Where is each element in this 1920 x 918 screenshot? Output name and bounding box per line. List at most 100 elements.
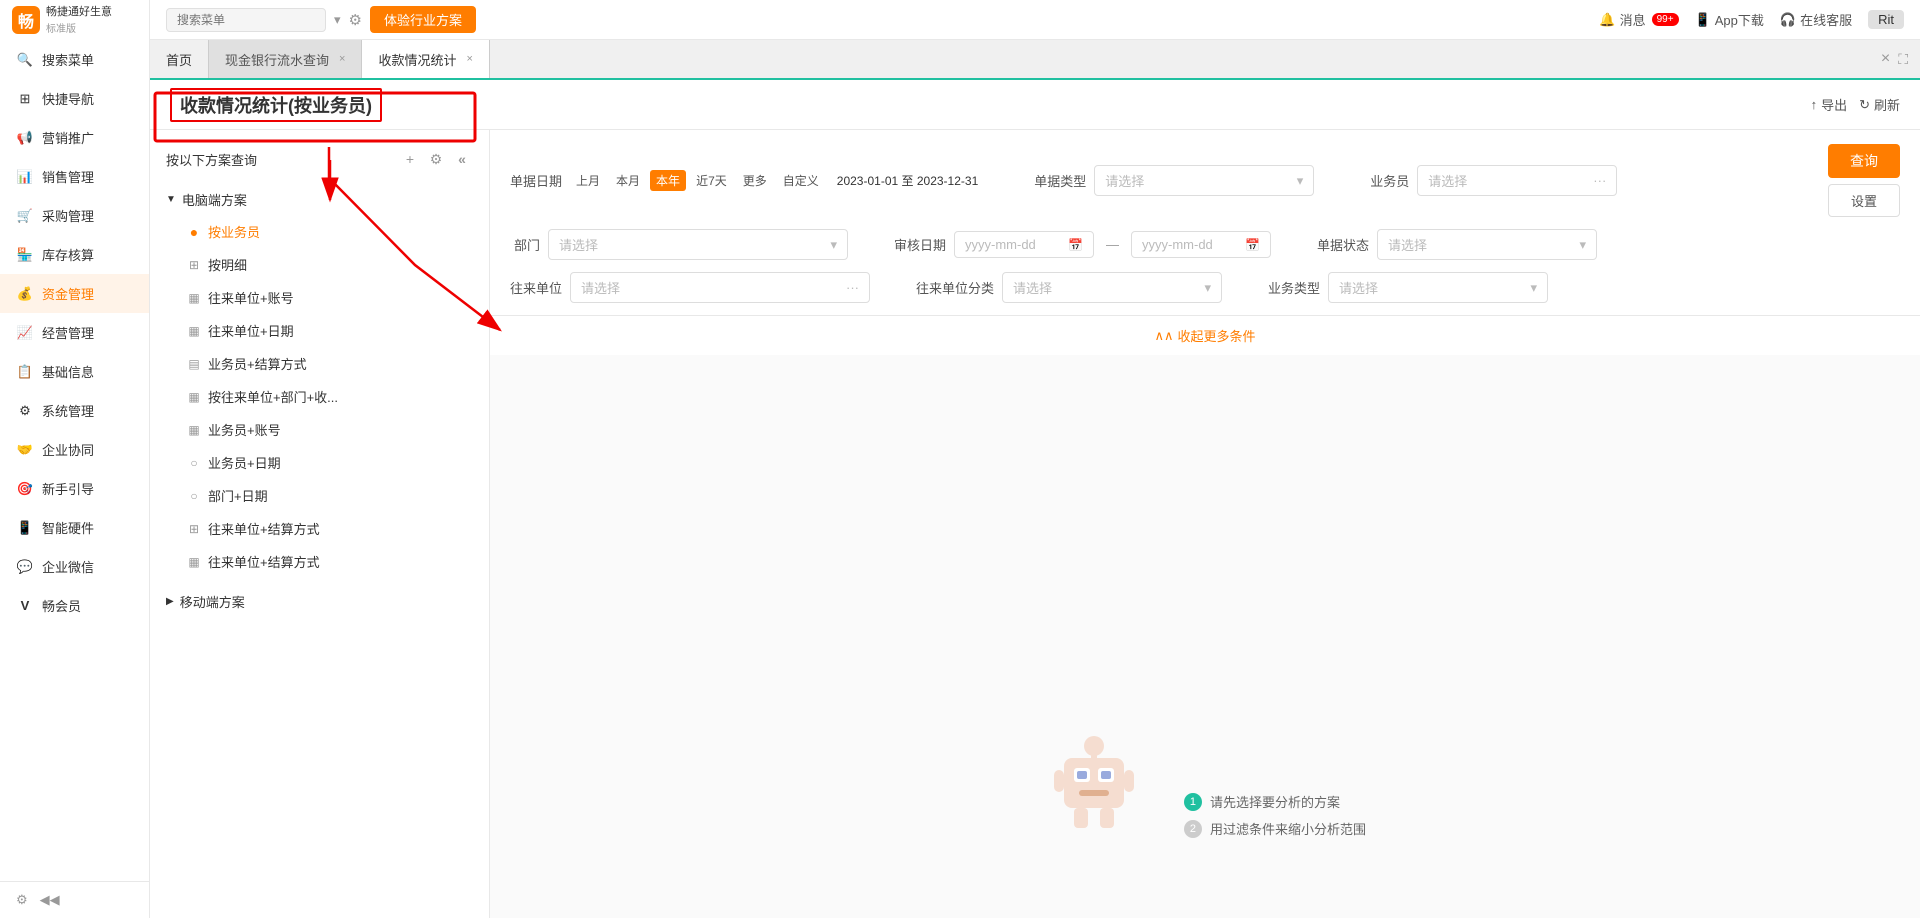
- sidebar-label-system: 系统管理: [42, 401, 94, 420]
- sidebar-item-operation[interactable]: 📈 经营管理: [0, 313, 149, 352]
- date-tab-this-month[interactable]: 本月: [610, 170, 646, 191]
- biztype-select[interactable]: 请选择 ▾: [1328, 272, 1548, 303]
- salesman-select[interactable]: 请选择 ···: [1417, 165, 1617, 196]
- tab-home[interactable]: 首页: [150, 40, 209, 78]
- unit-dept-icon: ▦: [186, 389, 202, 405]
- content-area: 按以下方案查询 + ⚙ « ▼ 电脑端方案 ● 按业务员 ⊞: [150, 130, 1920, 918]
- date-tab-custom[interactable]: 自定义: [777, 170, 825, 191]
- tree-item-unit-date[interactable]: ▦ 往来单位+日期: [150, 314, 489, 347]
- add-scheme-btn[interactable]: +: [399, 148, 421, 170]
- tree-mobile-arrow: ▶: [166, 596, 174, 607]
- counterpart-cat-select[interactable]: 请选择 ▾: [1002, 272, 1222, 303]
- sidebar-item-basic[interactable]: 📋 基础信息: [0, 352, 149, 391]
- sidebar-item-member[interactable]: V 畅会员: [0, 586, 149, 625]
- message-btn[interactable]: 🔔 消息 99+: [1599, 10, 1678, 29]
- unit-settle2-icon: ▦: [186, 554, 202, 570]
- audit-date-to[interactable]: yyyy-mm-dd 📅: [1131, 231, 1271, 258]
- tree-mobile-header[interactable]: ▶ 移动端方案: [150, 586, 489, 617]
- tab-collection-close[interactable]: ×: [466, 53, 472, 65]
- date-tabs: 上月 本月 本年 近7天 更多 自定义: [570, 170, 825, 191]
- sales-icon: 📊: [16, 168, 34, 186]
- sidebar-item-quicknav[interactable]: ⊞ 快捷导航: [0, 79, 149, 118]
- tree-item-unit-date-label: 往来单位+日期: [208, 321, 294, 340]
- tree-item-dept-date-label: 部门+日期: [208, 486, 268, 505]
- audit-date-from[interactable]: yyyy-mm-dd 📅: [954, 231, 1094, 258]
- guide-icon: 🎯: [16, 480, 34, 498]
- tab-bank[interactable]: 现金银行流水查询 ×: [209, 40, 362, 78]
- dropdown-icon[interactable]: ▾: [334, 12, 341, 28]
- tree-item-by-salesman[interactable]: ● 按业务员: [150, 215, 489, 248]
- tree-item-salesman-settle-label: 业务员+结算方式: [208, 354, 307, 373]
- online-service-label: 在线客服: [1800, 10, 1852, 29]
- tree-mobile-section: ▶ 移动端方案: [150, 582, 489, 621]
- tree-item-salesman-date[interactable]: ○ 业务员+日期: [150, 446, 489, 479]
- doctype-select[interactable]: 请选择 ▾: [1094, 165, 1314, 196]
- tree-item-unit-settle2[interactable]: ▦ 往来单位+结算方式: [150, 545, 489, 578]
- query-button[interactable]: 查询: [1828, 144, 1900, 178]
- collapse-panel-btn[interactable]: «: [451, 148, 473, 170]
- sidebar-label-enterprise: 企业协同: [42, 440, 94, 459]
- tree-item-dept-date[interactable]: ○ 部门+日期: [150, 479, 489, 512]
- sidebar-item-marketing[interactable]: 📢 营销推广: [0, 118, 149, 157]
- wechat-icon: 💬: [16, 558, 34, 576]
- sidebar-item-system[interactable]: ⚙ 系统管理: [0, 391, 149, 430]
- dept-arrow: ▾: [830, 237, 837, 253]
- date-tab-last-month[interactable]: 上月: [570, 170, 606, 191]
- settings-bottom-icon[interactable]: ⚙: [16, 892, 28, 908]
- tree-item-unit-settle1-label: 往来单位+结算方式: [208, 519, 320, 538]
- tab-expand-icon[interactable]: ⛶: [1898, 51, 1908, 68]
- refresh-button[interactable]: ↻ 刷新: [1859, 95, 1900, 114]
- dept-select[interactable]: 请选择 ▾: [548, 229, 848, 260]
- breadcrumb-input[interactable]: [166, 8, 326, 32]
- tree-item-by-detail[interactable]: ⊞ 按明细: [150, 248, 489, 281]
- tree-item-salesman-settle[interactable]: ▤ 业务员+结算方式: [150, 347, 489, 380]
- tree-item-unit-settle1[interactable]: ⊞ 往来单位+结算方式: [150, 512, 489, 545]
- tree-item-unit-dept-coll[interactable]: ▦ 按往来单位+部门+收...: [150, 380, 489, 413]
- collapse-sidebar-icon[interactable]: ◀◀: [40, 892, 60, 908]
- sidebar-item-wechat[interactable]: 💬 企业微信: [0, 547, 149, 586]
- date-tab-this-year[interactable]: 本年: [650, 170, 686, 191]
- counterpart-select[interactable]: 请选择 ···: [570, 272, 870, 303]
- headset-icon: 🎧: [1780, 12, 1796, 28]
- date-tab-7days[interactable]: 近7天: [690, 170, 733, 191]
- tree-item-salesman-account[interactable]: ▦ 业务员+账号: [150, 413, 489, 446]
- sidebar-item-purchase[interactable]: 🛒 采购管理: [0, 196, 149, 235]
- empty-area: 1 请先选择要分析的方案 2 用过滤条件来缩小分析范围: [490, 355, 1920, 918]
- sidebar-item-enterprise[interactable]: 🤝 企业协同: [0, 430, 149, 469]
- trial-button[interactable]: 体验行业方案: [370, 6, 476, 33]
- empty-tip-1: 1 请先选择要分析的方案: [1184, 792, 1366, 811]
- collapse-bar[interactable]: ∧∧ 收起更多条件: [490, 315, 1920, 355]
- sidebar-item-hardware[interactable]: 📱 智能硬件: [0, 508, 149, 547]
- tree-desktop-header[interactable]: ▼ 电脑端方案: [150, 184, 489, 215]
- sidebar-label-finance: 资金管理: [42, 284, 94, 303]
- tab-collection[interactable]: 收款情况统计 ×: [362, 40, 489, 78]
- tree-desktop-label: 电脑端方案: [182, 190, 247, 209]
- setting-button[interactable]: 设置: [1828, 184, 1900, 217]
- scheme-settings-btn[interactable]: ⚙: [425, 148, 447, 170]
- tree-item-unit-account[interactable]: ▦ 往来单位+账号: [150, 281, 489, 314]
- logo-icon: 畅: [12, 6, 40, 34]
- sidebar-item-sales[interactable]: 📊 销售管理: [0, 157, 149, 196]
- sidebar-item-finance[interactable]: 💰 资金管理: [0, 274, 149, 313]
- export-button[interactable]: ↑ 导出: [1811, 95, 1848, 114]
- sidebar-item-guide[interactable]: 🎯 新手引导: [0, 469, 149, 508]
- tab-bank-close[interactable]: ×: [339, 53, 345, 65]
- tab-close-all-icon[interactable]: ×: [1881, 50, 1890, 68]
- date-tab-more[interactable]: 更多: [737, 170, 773, 191]
- logo-area: 畅 畅捷通好生意 标准版: [0, 0, 150, 40]
- marketing-icon: 📢: [16, 129, 34, 147]
- tree-item-by-salesman-label: 按业务员: [208, 222, 260, 241]
- top-nav: ▾ ⚙ 体验行业方案 🔔 消息 99+ 📱 App下载 🎧 在线客服 Rit: [150, 0, 1920, 40]
- sidebar-item-search[interactable]: 🔍 搜索菜单: [0, 40, 149, 79]
- user-avatar[interactable]: Rit: [1868, 10, 1904, 29]
- basic-icon: 📋: [16, 363, 34, 381]
- sidebar-item-warehouse[interactable]: 🏪 库存核算: [0, 235, 149, 274]
- docstatus-select[interactable]: 请选择 ▾: [1377, 229, 1597, 260]
- online-service-btn[interactable]: 🎧 在线客服: [1780, 10, 1852, 29]
- sidebar-label-operation: 经营管理: [42, 323, 94, 342]
- settings-icon[interactable]: ⚙: [349, 11, 362, 29]
- salesman-placeholder: 请选择: [1428, 171, 1467, 190]
- app-download-btn[interactable]: 📱 App下载: [1695, 10, 1764, 29]
- operation-icon: 📈: [16, 324, 34, 342]
- filter-row-3: 往来单位 请选择 ··· 往来单位分类 请选择 ▾: [510, 272, 1900, 303]
